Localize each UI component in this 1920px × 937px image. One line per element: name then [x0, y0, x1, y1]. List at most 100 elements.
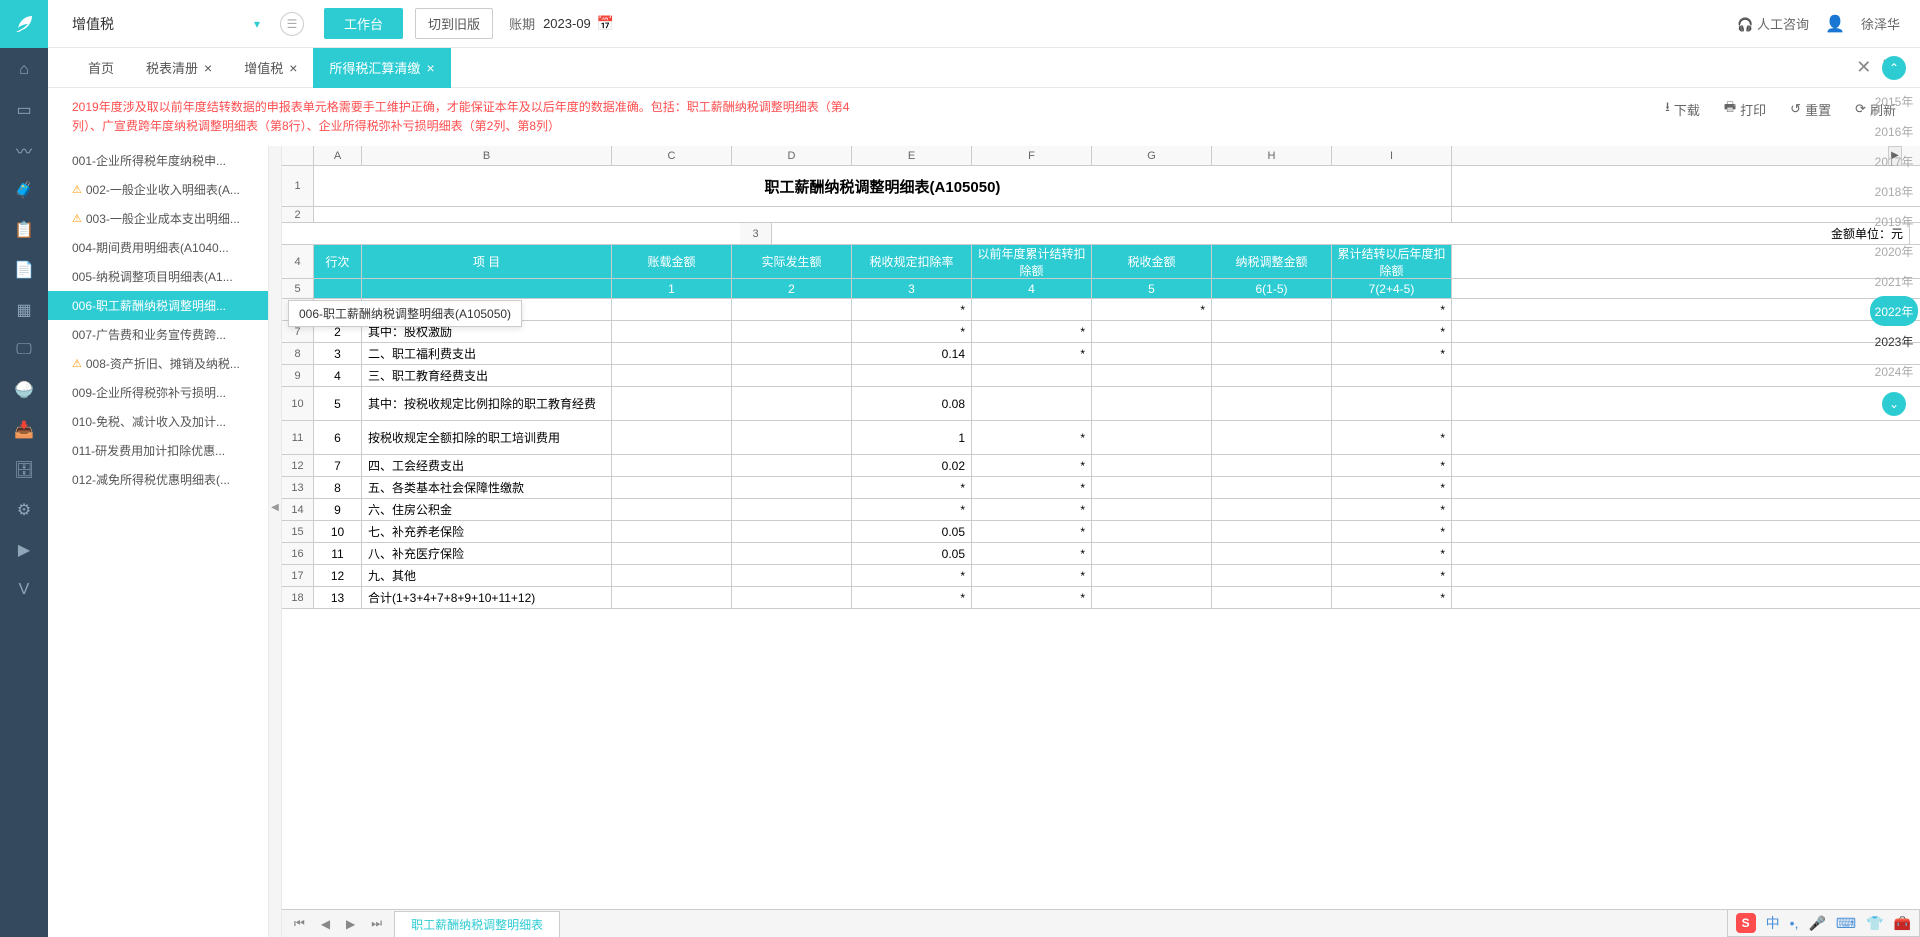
cell-item[interactable]: 其中：按税收规定比例扣除的职工教育经费: [362, 387, 612, 420]
inbox-icon[interactable]: 📥: [14, 420, 34, 440]
cell[interactable]: [612, 499, 732, 520]
year-button[interactable]: 2023年: [1870, 326, 1918, 356]
year-up-icon[interactable]: ⌃: [1882, 56, 1906, 80]
cell[interactable]: [612, 421, 732, 454]
cell[interactable]: [732, 499, 852, 520]
cell[interactable]: *: [852, 299, 972, 320]
cell[interactable]: [1212, 387, 1332, 420]
cell-index[interactable]: 7: [314, 455, 362, 476]
ime-keyboard-icon[interactable]: ⌨: [1836, 915, 1856, 932]
form-list-item[interactable]: ⚠002-一般企业收入明细表(A...: [48, 175, 268, 204]
cell[interactable]: [1332, 365, 1452, 386]
cell[interactable]: [612, 587, 732, 608]
row-num[interactable]: 12: [282, 455, 314, 476]
cell-index[interactable]: 12: [314, 565, 362, 586]
col-header[interactable]: D: [732, 146, 852, 165]
cell[interactable]: *: [1332, 343, 1452, 364]
cell[interactable]: *: [972, 421, 1092, 454]
form-list-item[interactable]: 004-期间费用明细表(A1040...: [48, 233, 268, 262]
year-down-icon[interactable]: ⌄: [1882, 392, 1906, 416]
card-icon[interactable]: ▭: [14, 100, 34, 120]
calendar-icon[interactable]: 📅: [597, 15, 614, 32]
cell-item[interactable]: 六、住房公积金: [362, 499, 612, 520]
sheet-nav-next[interactable]: ▶: [342, 917, 359, 931]
cell[interactable]: *: [972, 543, 1092, 564]
cell[interactable]: [1092, 321, 1212, 342]
cell[interactable]: *: [1332, 477, 1452, 498]
sheet-tab[interactable]: 职工薪酬纳税调整明细表: [394, 911, 560, 937]
cell[interactable]: *: [852, 565, 972, 586]
cell[interactable]: [732, 365, 852, 386]
form-list-item[interactable]: 001-企业所得税年度纳税申...: [48, 146, 268, 175]
cell[interactable]: 0.05: [852, 521, 972, 542]
cell[interactable]: [1212, 343, 1332, 364]
cell[interactable]: *: [1332, 543, 1452, 564]
year-button[interactable]: 2024年: [1870, 356, 1918, 386]
period-value[interactable]: 2023-09: [543, 16, 591, 31]
ime-mic-icon[interactable]: 🎤: [1808, 915, 1825, 932]
cell[interactable]: *: [972, 565, 1092, 586]
row-num[interactable]: 14: [282, 499, 314, 520]
tab[interactable]: 首页: [72, 48, 130, 88]
row-num[interactable]: 5: [282, 279, 314, 298]
cell[interactable]: *: [1092, 299, 1212, 320]
cell[interactable]: [732, 543, 852, 564]
cell[interactable]: 0.02: [852, 455, 972, 476]
year-button[interactable]: 2018年: [1870, 176, 1918, 206]
cell[interactable]: [732, 299, 852, 320]
year-button[interactable]: 2017年: [1870, 146, 1918, 176]
cell[interactable]: [1092, 587, 1212, 608]
year-button[interactable]: 2016年: [1870, 116, 1918, 146]
cell[interactable]: [612, 521, 732, 542]
cell[interactable]: [1092, 565, 1212, 586]
row-num[interactable]: 10: [282, 387, 314, 420]
cell[interactable]: [612, 299, 732, 320]
cell[interactable]: *: [972, 521, 1092, 542]
cell[interactable]: [732, 521, 852, 542]
cell[interactable]: [1212, 321, 1332, 342]
cell[interactable]: *: [972, 477, 1092, 498]
ime-lang[interactable]: 中: [1766, 913, 1780, 933]
cell-index[interactable]: 11: [314, 543, 362, 564]
cell-item[interactable]: 七、补充养老保险: [362, 521, 612, 542]
col-header[interactable]: F: [972, 146, 1092, 165]
cell[interactable]: *: [852, 587, 972, 608]
cell[interactable]: [612, 455, 732, 476]
cell[interactable]: [1092, 477, 1212, 498]
cell[interactable]: [1212, 477, 1332, 498]
cell[interactable]: [1092, 521, 1212, 542]
cell[interactable]: [732, 343, 852, 364]
cell[interactable]: [1212, 587, 1332, 608]
cell[interactable]: [1092, 387, 1212, 420]
cell[interactable]: [1092, 421, 1212, 454]
cell[interactable]: [1092, 499, 1212, 520]
cell[interactable]: [852, 365, 972, 386]
row-num[interactable]: 8: [282, 343, 314, 364]
grid-body[interactable]: 1 职工薪酬纳税调整明细表(A105050) 2 3 金额单位：元 4 行次: [282, 166, 1920, 909]
download-button[interactable]: ⭳ 下载: [1665, 98, 1700, 120]
cell[interactable]: [732, 455, 852, 476]
gear-icon[interactable]: ⚙: [14, 500, 34, 520]
form-list-item[interactable]: ⚠008-资产折旧、摊销及纳税...: [48, 349, 268, 378]
row-num[interactable]: 1: [282, 166, 314, 206]
ime-logo[interactable]: S: [1736, 913, 1756, 933]
cell[interactable]: *: [1332, 499, 1452, 520]
row-num[interactable]: 2: [282, 207, 314, 222]
cell[interactable]: [612, 477, 732, 498]
archive-icon[interactable]: 🗄: [14, 460, 34, 480]
cell[interactable]: [612, 365, 732, 386]
cell-index[interactable]: 3: [314, 343, 362, 364]
tab[interactable]: 增值税×: [228, 48, 313, 88]
cell[interactable]: 1: [852, 421, 972, 454]
info-icon[interactable]: ☰: [280, 12, 304, 36]
form-list-item[interactable]: 011-研发费用加计扣除优惠...: [48, 436, 268, 465]
tab[interactable]: 所得税汇算清缴×: [313, 48, 450, 88]
cell[interactable]: *: [972, 343, 1092, 364]
cell-index[interactable]: 6: [314, 421, 362, 454]
year-button[interactable]: 2015年: [1870, 86, 1918, 116]
form-list-item[interactable]: 006-职工薪酬纳税调整明细...: [48, 291, 268, 320]
cell[interactable]: [1212, 543, 1332, 564]
cell[interactable]: [972, 299, 1092, 320]
col-header[interactable]: B: [362, 146, 612, 165]
username[interactable]: 徐泽华: [1861, 14, 1900, 33]
